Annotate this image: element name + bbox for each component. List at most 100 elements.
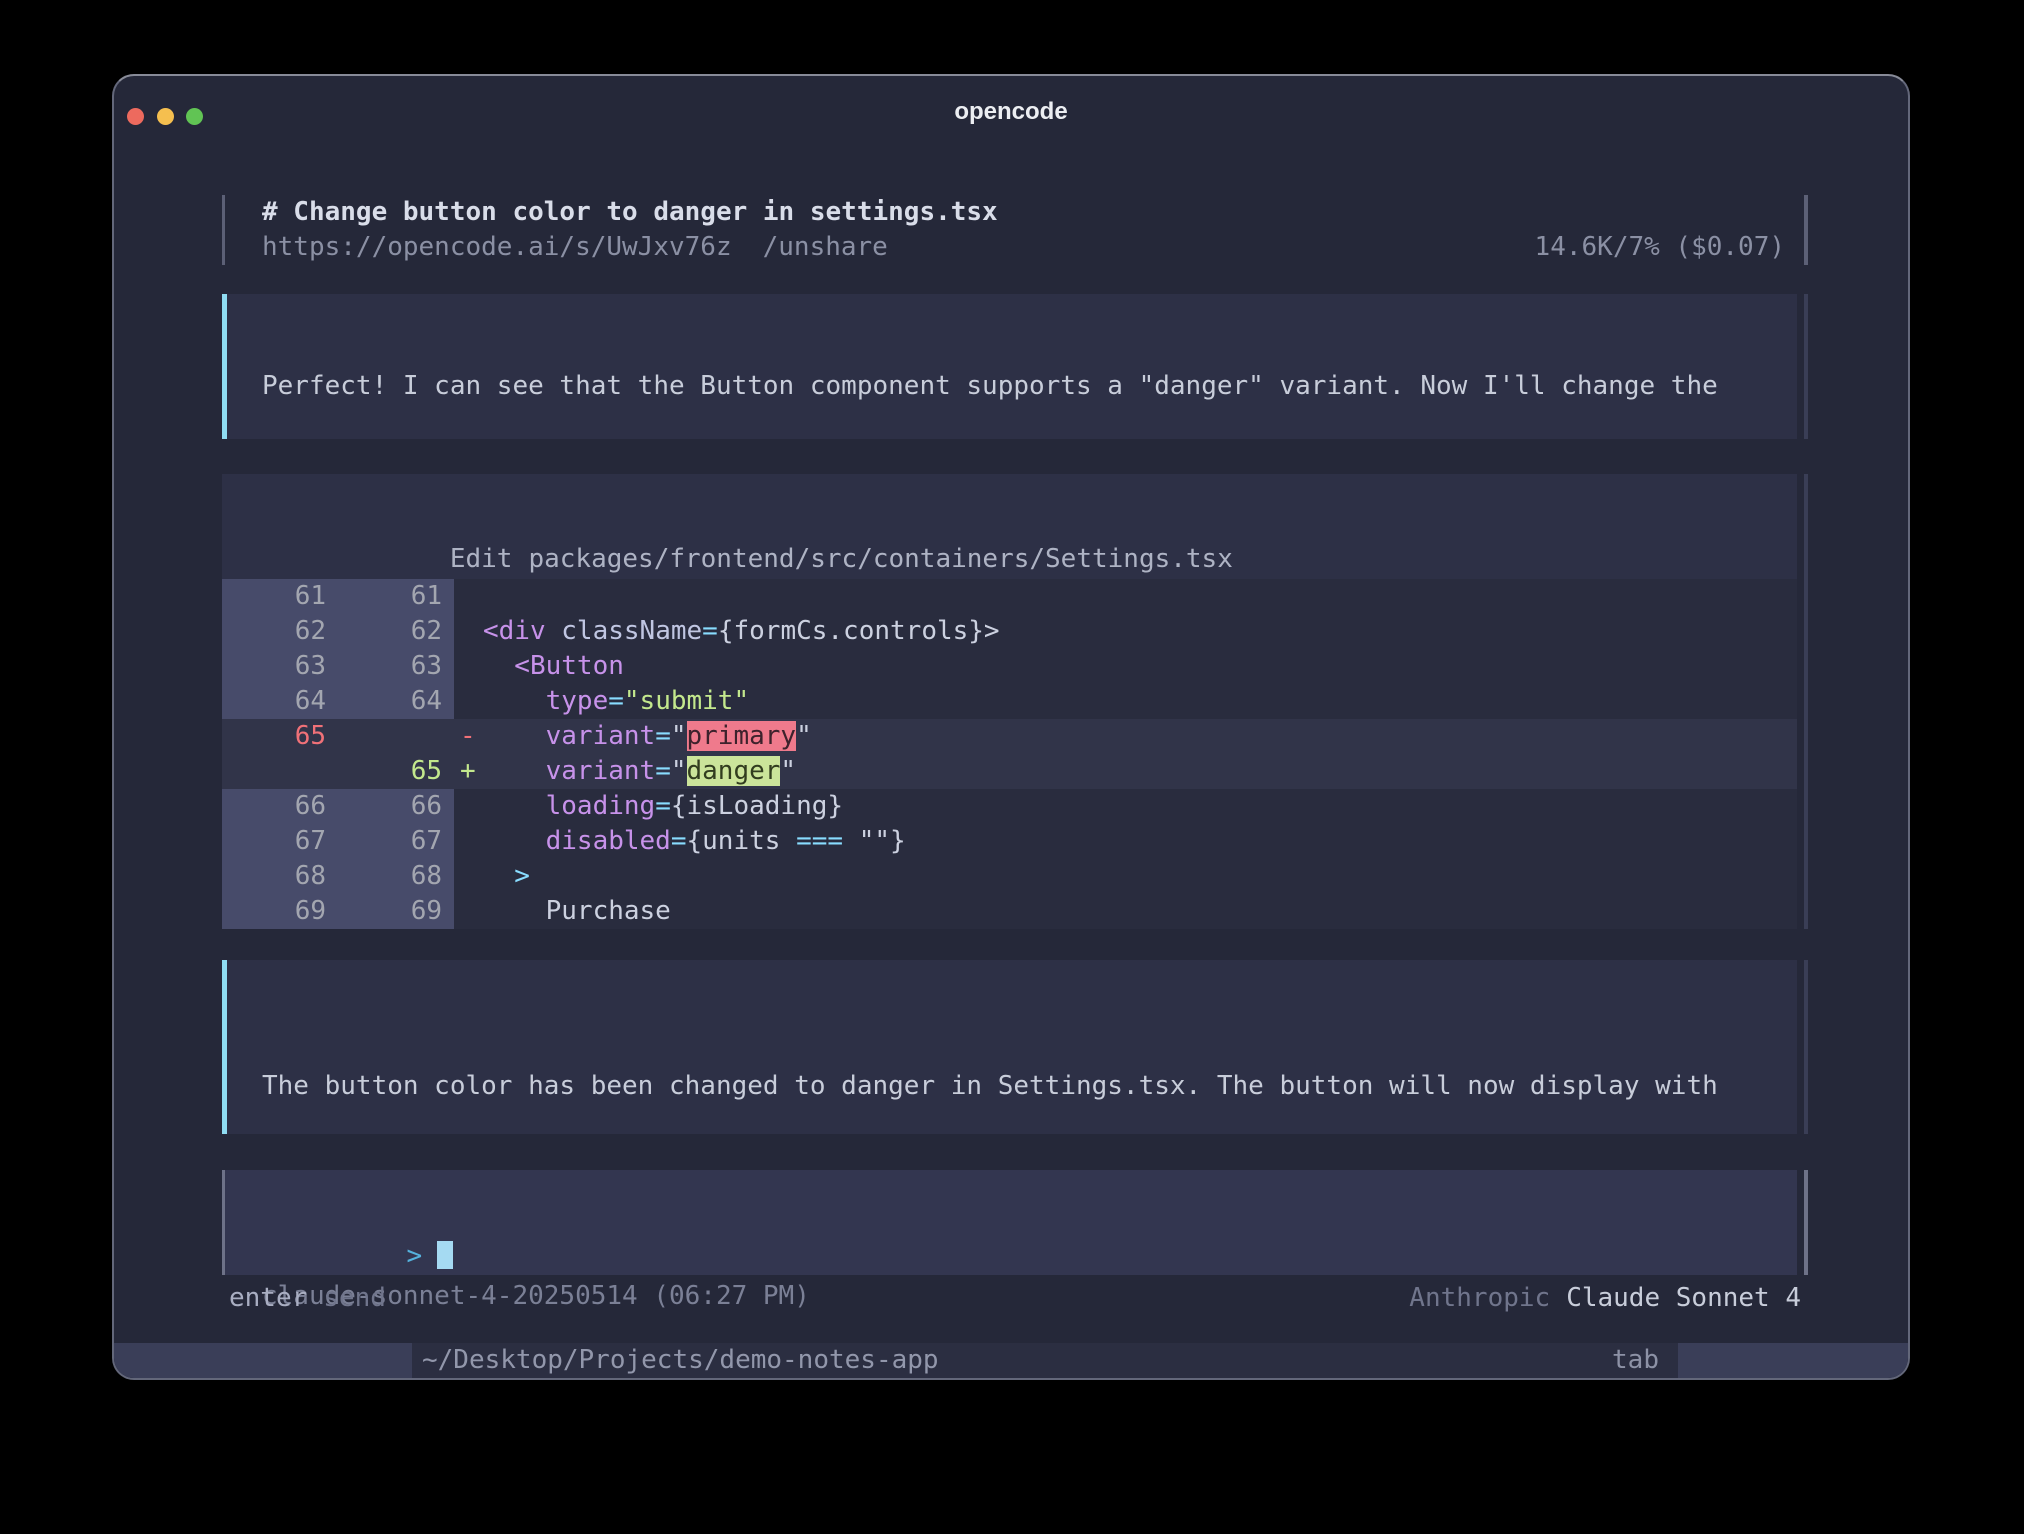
diff-code-line: <div className={formCs.controls}>: [483, 614, 1797, 649]
diff-row: 6262 <div className={formCs.controls}>: [222, 614, 1797, 649]
diff-code-line: variant="primary": [483, 719, 1797, 754]
mode-segment[interactable]: BUILDMODE: [1678, 1343, 1908, 1378]
scroll-track: [1804, 474, 1808, 929]
titlebar[interactable]: opencode: [114, 76, 1908, 134]
desktop-background: opencode # Change button color to danger…: [0, 0, 2024, 1534]
diff-code-segment: disabled: [483, 826, 671, 856]
diff-code-segment: Purchase: [483, 896, 671, 926]
diff-code-segment: "submit": [624, 686, 749, 716]
app-version-segment: opencodev0.3.11: [114, 1343, 412, 1378]
diff-new-line-number: 66: [326, 789, 442, 824]
diff-change-marker: [454, 614, 483, 649]
assistant-message: Perfect! I can see that the Button compo…: [222, 294, 1808, 439]
diff-gutter: 6969: [222, 894, 454, 929]
diff-change-marker: [454, 649, 483, 684]
diff-code-segment: <div: [483, 616, 546, 646]
diff-gutter: 6161: [222, 579, 454, 614]
edit-tool-block: Editpackages/frontend/src/containers/Set…: [222, 474, 1808, 929]
diff-old-line-number: 69: [222, 894, 326, 929]
unshare-command[interactable]: /unshare: [763, 232, 888, 262]
working-directory: ~/Desktop/Projects/demo-notes-app: [422, 1343, 939, 1378]
opencode-window: opencode # Change button color to danger…: [112, 74, 1910, 1380]
statusbar-spacer: [939, 1343, 1612, 1378]
share-url[interactable]: https://opencode.ai/s/UwJxv76z: [262, 232, 732, 262]
diff-gutter: 65: [222, 719, 454, 754]
diff-new-line-number: 63: [326, 649, 442, 684]
diff-change-marker: [454, 859, 483, 894]
edit-tool-header: Editpackages/frontend/src/containers/Set…: [222, 474, 1797, 579]
diff-old-line-number: 61: [222, 579, 326, 614]
scroll-track: [1804, 960, 1808, 1134]
diff-gutter: 6262: [222, 614, 454, 649]
diff-new-line-number: 65: [326, 754, 442, 789]
diff-code-segment: loading: [483, 791, 655, 821]
diff-row: 6767 disabled={units === ""}: [222, 824, 1797, 859]
diff-code-line: type="submit": [483, 684, 1797, 719]
diff-new-line-number: 62: [326, 614, 442, 649]
diff-code-line: <Button: [483, 649, 1797, 684]
diff-code-segment: danger: [687, 756, 781, 786]
diff-code-segment: =: [655, 721, 671, 751]
diff-change-marker: [454, 894, 483, 929]
diff-code-segment: {isLoading}: [671, 791, 843, 821]
prompt-input[interactable]: >: [222, 1170, 1808, 1275]
diff-gutter: 6363: [222, 649, 454, 684]
edit-action-label: Edit: [450, 544, 513, 574]
diff-code-segment: =: [671, 826, 687, 856]
diff-change-marker: [454, 579, 483, 614]
diff-row: 6363 <Button: [222, 649, 1797, 684]
diff-new-line-number: 68: [326, 859, 442, 894]
text-cursor: [437, 1241, 453, 1269]
diff-row: 6868 >: [222, 859, 1797, 894]
diff-row: 65+ variant="danger": [222, 754, 1797, 789]
context-usage: 14.6K/7% ($0.07): [1535, 230, 1785, 265]
diff-code-segment: ": [780, 756, 796, 786]
diff-change-marker: [454, 824, 483, 859]
prompt-symbol: >: [407, 1241, 423, 1271]
diff-old-line-number: [222, 754, 326, 789]
diff-new-line-number: 67: [326, 824, 442, 859]
assistant-message: The button color has been changed to dan…: [222, 960, 1808, 1134]
diff-gutter: 6767: [222, 824, 454, 859]
diff-gutter: 6464: [222, 684, 454, 719]
diff-code-segment: =: [655, 791, 671, 821]
diff-code-segment: =: [608, 686, 624, 716]
diff-new-line-number: 61: [326, 579, 442, 614]
diff-code-segment: ": [671, 756, 687, 786]
diff-code-segment: primary: [687, 721, 797, 751]
diff-code-segment: ""}: [843, 826, 906, 856]
diff-code-segment: className: [546, 616, 703, 646]
window-title: opencode: [114, 98, 1908, 126]
message-text-line: The button color has been changed to dan…: [262, 1069, 1797, 1104]
diff-code-segment: type: [483, 686, 608, 716]
send-action-label: send: [323, 1283, 386, 1313]
diff-gutter: 6868: [222, 859, 454, 894]
diff-change-marker: -: [454, 719, 483, 754]
header-right-border: [1804, 195, 1808, 265]
diff-row: 6969 Purchase: [222, 894, 1797, 929]
model-name: Claude Sonnet 4: [1566, 1283, 1801, 1313]
diff-code-line: loading={isLoading}: [483, 789, 1797, 824]
diff-code-segment: {formCs.controls}>: [718, 616, 1000, 646]
diff-row: 6464 type="submit": [222, 684, 1797, 719]
diff-code-segment: ": [796, 721, 812, 751]
diff-old-line-number: 64: [222, 684, 326, 719]
diff-code-line: [483, 579, 1797, 614]
share-info: https://opencode.ai/s/UwJxv76z/unshare: [262, 230, 888, 265]
diff-code-segment: variant: [483, 721, 655, 751]
session-title: # Change button color to danger in setti…: [262, 195, 1785, 230]
diff-code-segment: =: [702, 616, 718, 646]
diff-new-line-number: 64: [326, 684, 442, 719]
diff-change-marker: [454, 684, 483, 719]
diff-new-line-number: 69: [326, 894, 442, 929]
enter-key-hint: enter: [229, 1283, 307, 1313]
send-hint: enter send: [229, 1281, 386, 1316]
diff-change-marker: +: [454, 754, 483, 789]
diff-gutter: 65: [222, 754, 454, 789]
session-content: # Change button color to danger in setti…: [222, 134, 1808, 1316]
diff-change-marker: [454, 789, 483, 824]
diff-row: 65- variant="primary": [222, 719, 1797, 754]
diff-row: 6666 loading={isLoading}: [222, 789, 1797, 824]
diff-new-line-number: [326, 719, 442, 754]
diff-row: 6161: [222, 579, 1797, 614]
